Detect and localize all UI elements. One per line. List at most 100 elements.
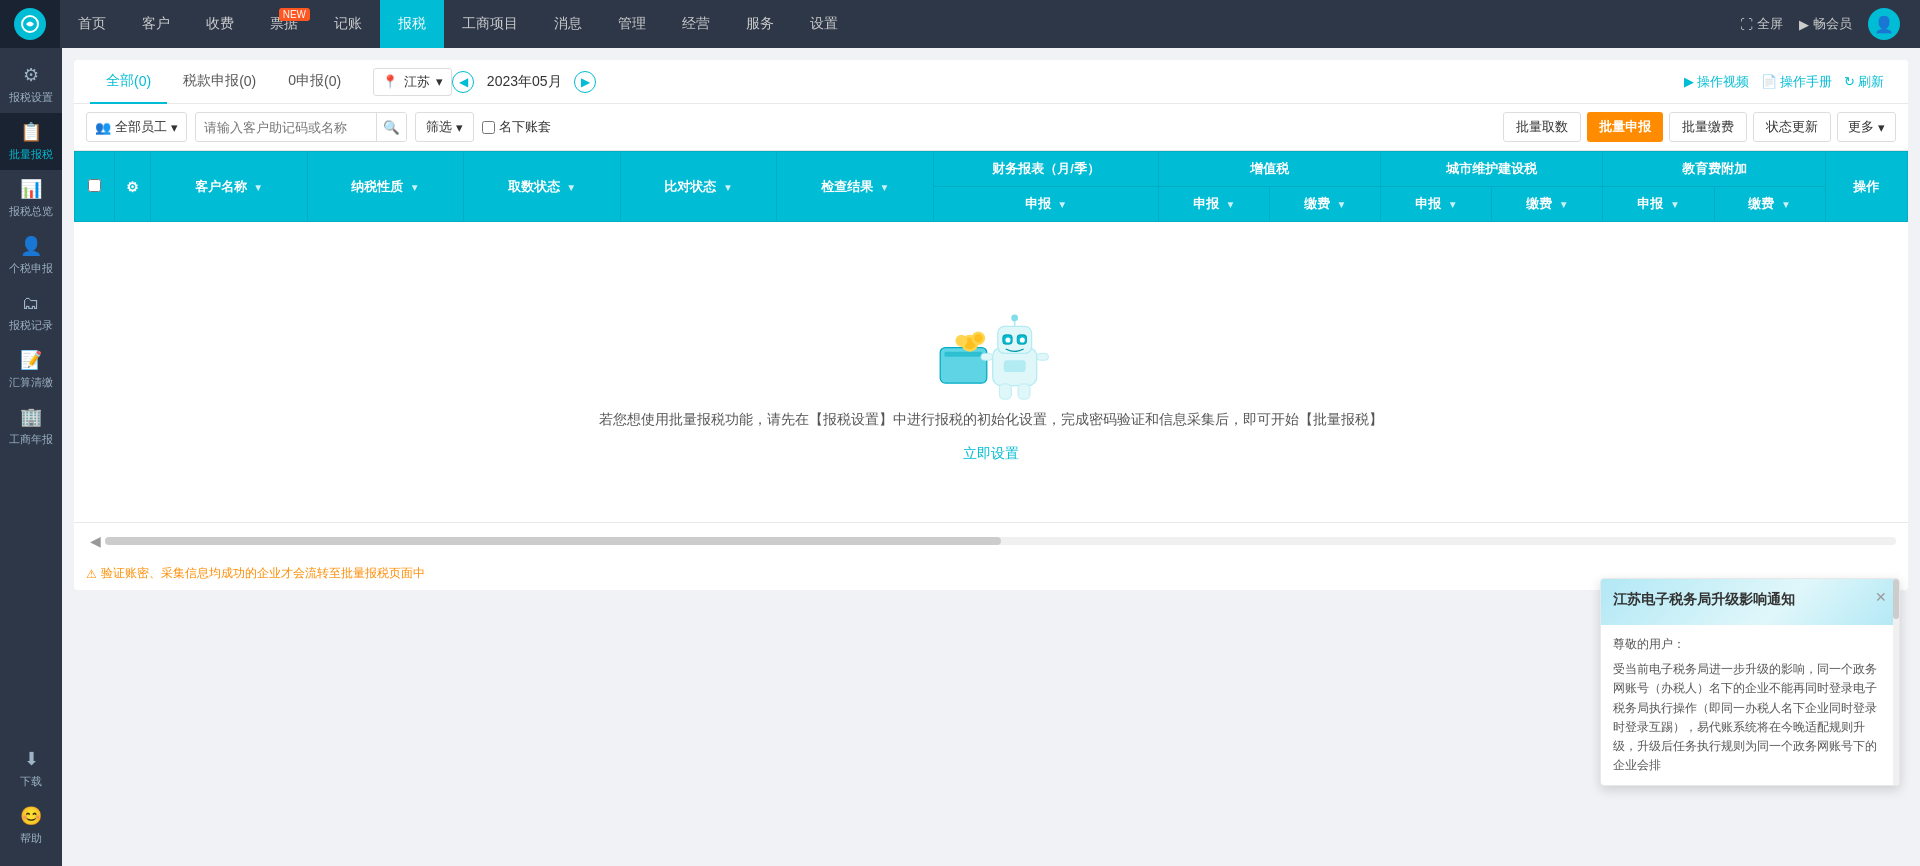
client-name-filter-icon[interactable]: ▼ — [253, 182, 263, 193]
search-input[interactable] — [196, 120, 376, 135]
nav-billing[interactable]: 收费 — [188, 0, 252, 48]
fullscreen-button[interactable]: ⛶ 全屏 — [1740, 15, 1783, 33]
member-button[interactable]: ▶ 畅会员 — [1799, 15, 1852, 33]
settlement-icon: 📝 — [20, 349, 42, 371]
sidebar-item-personal-tax[interactable]: 👤 个税申报 — [0, 227, 62, 284]
th-financial-report: 财务报表（月/季） — [933, 152, 1158, 187]
operation-manual-button[interactable]: 📄 操作手册 — [1761, 73, 1832, 91]
sidebar-item-help[interactable]: 😊 帮助 — [0, 797, 62, 854]
notification-scrollbar-track[interactable] — [1893, 579, 1899, 785]
nav-business[interactable]: 工商项目 — [444, 0, 536, 48]
warning-icon: ⚠ — [86, 567, 97, 581]
manual-icon: 📄 — [1761, 74, 1777, 89]
more-chevron-icon: ▾ — [1878, 120, 1885, 135]
settings-gear-icon[interactable]: ⚙ — [126, 179, 139, 195]
city-pay-filter-icon[interactable]: ▼ — [1559, 199, 1569, 210]
nav-home[interactable]: 首页 — [60, 0, 124, 48]
th-operations: 操作 — [1825, 152, 1907, 222]
avatar[interactable]: 👤 — [1868, 8, 1900, 40]
sidebar-item-batch-tax[interactable]: 📋 批量报税 — [0, 113, 62, 170]
sidebar-item-settlement[interactable]: 📝 汇算清缴 — [0, 341, 62, 398]
notification-close-button[interactable]: ✕ — [1871, 587, 1891, 607]
member-icon: ▶ — [1799, 17, 1809, 32]
nav-accounting[interactable]: 记账 — [316, 0, 380, 48]
data-table: ⚙ 客户名称 ▼ 纳税性质 ▼ 取数状态 ▼ — [74, 151, 1908, 522]
sub-accounts-checkbox[interactable] — [482, 121, 495, 134]
horizontal-scrollbar[interactable] — [105, 537, 1896, 545]
tab-tax-declare[interactable]: 税款申报(0) — [167, 60, 272, 104]
tab-all[interactable]: 全部(0) — [90, 60, 167, 104]
notification-title: 江苏电子税务局升级影响通知 — [1613, 591, 1887, 609]
tax-overview-icon: 📊 — [20, 178, 42, 200]
nav-invoice[interactable]: 票据 NEW — [252, 0, 316, 48]
more-button[interactable]: 更多 ▾ — [1837, 112, 1896, 142]
th-settings: ⚙ — [115, 152, 151, 222]
batch-fetch-button[interactable]: 批量取数 — [1503, 112, 1581, 142]
annual-report-icon: 🏢 — [20, 406, 42, 428]
nav-client[interactable]: 客户 — [124, 0, 188, 48]
setup-link[interactable]: 立即设置 — [963, 445, 1019, 463]
logo-area — [0, 0, 60, 48]
nav-message[interactable]: 消息 — [536, 0, 600, 48]
th-vat-declare: 申报 ▼ — [1158, 187, 1269, 222]
location-icon: 📍 — [382, 74, 398, 89]
empty-message: 若您想使用批量报税功能，请先在【报税设置】中进行报税的初始化设置，完成密码验证和… — [599, 411, 1383, 429]
sidebar-bottom: ⬇ 下载 😊 帮助 — [0, 740, 62, 866]
sidebar-item-download[interactable]: ⬇ 下载 — [0, 740, 62, 797]
notification-greeting: 尊敬的用户： — [1613, 635, 1887, 654]
logo-icon — [14, 8, 46, 40]
svg-point-7 — [974, 334, 982, 342]
compare-status-filter-icon[interactable]: ▼ — [723, 182, 733, 193]
th-financial-declare: 申报 ▼ — [933, 187, 1158, 222]
nav-settings[interactable]: 设置 — [792, 0, 856, 48]
sidebar-item-tax-overview[interactable]: 📊 报税总览 — [0, 170, 62, 227]
nav-items: 首页 客户 收费 票据 NEW 记账 报税 工商项目 消息 管理 经营 服务 设… — [60, 0, 1740, 48]
vat-declare-filter-icon[interactable]: ▼ — [1225, 199, 1235, 210]
current-month: 2023年05月 — [484, 73, 564, 91]
refresh-button[interactable]: ↻ 刷新 — [1844, 73, 1884, 91]
svg-point-8 — [955, 335, 967, 347]
region-chevron-icon: ▾ — [436, 74, 443, 89]
filter-button[interactable]: 筛选 ▾ — [415, 112, 474, 142]
empty-state-row: 若您想使用批量报税功能，请先在【报税设置】中进行报税的初始化设置，完成密码验证和… — [75, 222, 1908, 523]
search-button[interactable]: 🔍 — [376, 112, 406, 142]
sidebar: ⚙ 报税设置 📋 批量报税 📊 报税总览 👤 个税申报 🗂 报税记录 📝 汇算清… — [0, 48, 62, 866]
batch-pay-button[interactable]: 批量缴费 — [1669, 112, 1747, 142]
vat-pay-filter-icon[interactable]: ▼ — [1337, 199, 1347, 210]
fetch-status-filter-icon[interactable]: ▼ — [566, 182, 576, 193]
sidebar-item-tax-records[interactable]: 🗂 报税记录 — [0, 284, 62, 341]
nav-service[interactable]: 服务 — [728, 0, 792, 48]
check-result-filter-icon[interactable]: ▼ — [880, 182, 890, 193]
toolbar: 👥 全部员工 ▾ 🔍 筛选 ▾ 名下账套 批量取数 批量申报 批量缴费 状态更新 — [74, 104, 1908, 151]
th-check-result: 检查结果 ▼ — [777, 152, 934, 222]
scroll-left-button[interactable]: ◀ — [86, 531, 105, 551]
filter-chevron-icon: ▾ — [456, 120, 463, 135]
next-month-button[interactable]: ▶ — [574, 71, 596, 93]
select-all-checkbox[interactable] — [88, 179, 101, 192]
help-icon: 😊 — [20, 805, 42, 827]
batch-declare-button[interactable]: 批量申报 — [1587, 112, 1663, 142]
operation-video-button[interactable]: ▶ 操作视频 — [1684, 73, 1749, 91]
city-declare-filter-icon[interactable]: ▼ — [1448, 199, 1458, 210]
nav-tax[interactable]: 报税 — [380, 0, 444, 48]
employee-filter[interactable]: 👥 全部员工 ▾ — [86, 112, 187, 142]
refresh-icon: ↻ — [1844, 74, 1855, 89]
sidebar-item-tax-settings[interactable]: ⚙ 报税设置 — [0, 56, 62, 113]
svg-point-20 — [1011, 315, 1018, 322]
status-update-button[interactable]: 状态更新 — [1753, 112, 1831, 142]
edu-pay-filter-icon[interactable]: ▼ — [1781, 199, 1791, 210]
svg-rect-22 — [1037, 353, 1049, 360]
nav-operations[interactable]: 经营 — [664, 0, 728, 48]
nav-management[interactable]: 管理 — [600, 0, 664, 48]
region-selector[interactable]: 📍 江苏 ▾ — [373, 68, 452, 96]
tab-zero-declare[interactable]: 0申报(0) — [272, 60, 357, 104]
financial-declare-filter-icon[interactable]: ▼ — [1057, 199, 1067, 210]
sidebar-item-annual-report[interactable]: 🏢 工商年报 — [0, 398, 62, 455]
prev-month-button[interactable]: ◀ — [452, 71, 474, 93]
download-icon: ⬇ — [20, 748, 42, 770]
edu-declare-filter-icon[interactable]: ▼ — [1670, 199, 1680, 210]
checkbox-label[interactable]: 名下账套 — [482, 118, 551, 136]
tax-type-filter-icon[interactable]: ▼ — [410, 182, 420, 193]
svg-point-18 — [1020, 337, 1025, 342]
video-icon: ▶ — [1684, 74, 1694, 89]
